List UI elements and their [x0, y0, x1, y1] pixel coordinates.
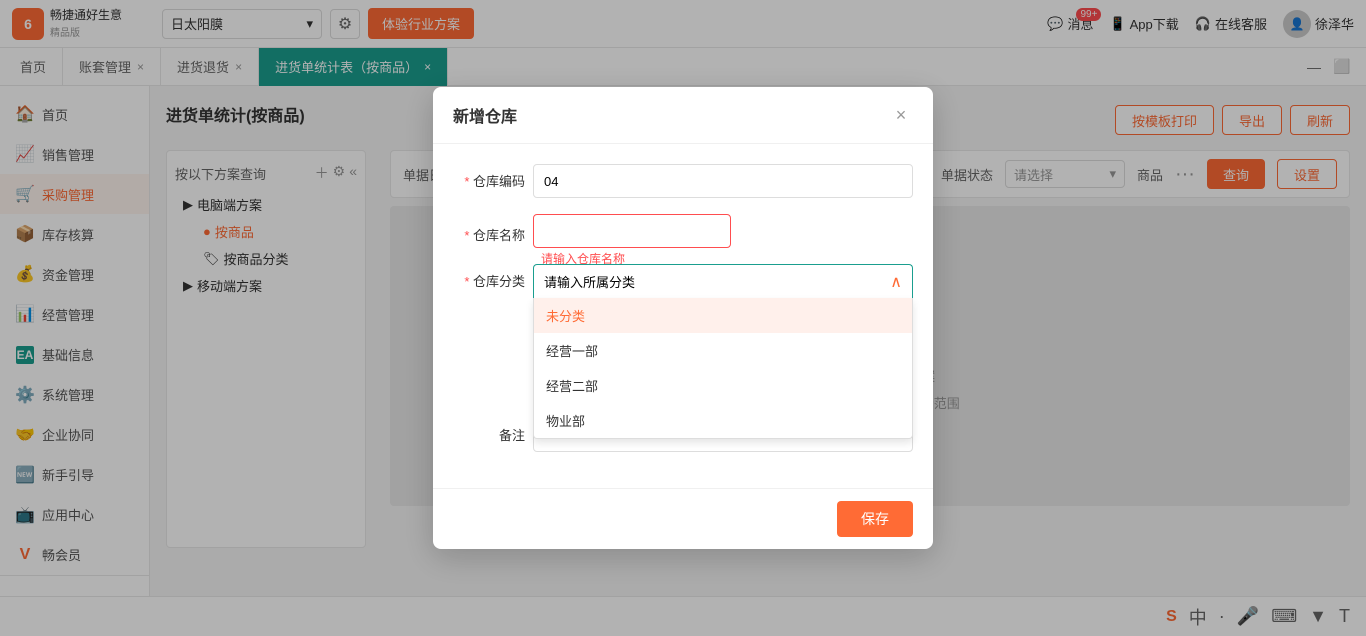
modal-add-warehouse: 新增仓库 × 仓库编码 仓库名称 请输入仓库名称 仓库分类: [433, 87, 933, 549]
code-input[interactable]: [533, 164, 913, 198]
note-label: 备注: [453, 418, 533, 444]
modal-footer: 保存: [433, 488, 933, 549]
modal-overlay: 新增仓库 × 仓库编码 仓库名称 请输入仓库名称 仓库分类: [0, 0, 1366, 636]
category-dropdown-menu: 未分类 经营一部 经营二部 物业部: [533, 298, 913, 439]
category-placeholder: 请输入所属分类: [544, 272, 635, 291]
dropdown-item-uncategorized[interactable]: 未分类: [534, 298, 912, 333]
modal-title: 新增仓库: [453, 103, 517, 127]
dropdown-arrow-icon: ∧: [890, 272, 902, 292]
name-label: 仓库名称: [453, 218, 533, 244]
dropdown-item-dept1[interactable]: 经营一部: [534, 333, 912, 368]
name-input[interactable]: [533, 214, 731, 248]
modal-header: 新增仓库 ×: [433, 87, 933, 144]
dropdown-item-property[interactable]: 物业部: [534, 403, 912, 438]
modal-body: 仓库编码 仓库名称 请输入仓库名称 仓库分类 请输入所属分类 ∧: [433, 144, 933, 488]
save-button[interactable]: 保存: [837, 501, 913, 537]
modal-close-btn[interactable]: ×: [889, 103, 913, 127]
category-dropdown-trigger[interactable]: 请输入所属分类 ∧: [533, 264, 913, 298]
form-row-name: 仓库名称 请输入仓库名称: [453, 214, 913, 248]
form-row-code: 仓库编码: [453, 164, 913, 198]
code-label: 仓库编码: [453, 164, 533, 190]
form-row-category: 仓库分类 请输入所属分类 ∧ 未分类 经营一部 经营二部 物业部: [453, 264, 913, 298]
category-label: 仓库分类: [453, 264, 533, 290]
dropdown-item-dept2[interactable]: 经营二部: [534, 368, 912, 403]
category-input-wrap: 请输入所属分类 ∧ 未分类 经营一部 经营二部 物业部: [533, 264, 913, 298]
